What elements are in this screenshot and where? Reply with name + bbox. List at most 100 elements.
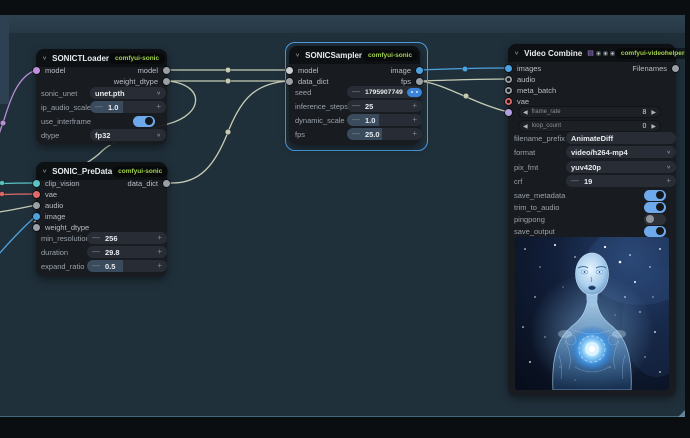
widget-filename-prefix[interactable]: filename_prefix AnimateDiff — [514, 132, 676, 144]
node-header[interactable]: ∨ SONICSampler comfyui-sonic — [289, 46, 420, 64]
collapse-icon[interactable]: ∨ — [42, 55, 47, 61]
decrement-icon[interactable]: — — [571, 176, 579, 186]
increment-icon[interactable]: + — [156, 102, 161, 112]
input-weight-dtype[interactable]: weight_dtype — [33, 222, 89, 232]
output-image[interactable]: image — [391, 65, 423, 75]
increment-icon[interactable]: + — [157, 233, 162, 243]
input-audio[interactable]: audio — [33, 200, 63, 210]
socket-dot[interactable] — [416, 66, 423, 74]
widget-trim-to-audio[interactable]: trim_to_audio — [514, 201, 670, 213]
widget-min-resolution[interactable]: min_resolution — 256 + — [41, 232, 167, 244]
widget-pingpong[interactable]: pingpong — [514, 213, 670, 225]
widget-fps[interactable]: fps — 25.0 + — [295, 128, 422, 140]
input-meta-batch[interactable]: meta_batch — [505, 85, 556, 95]
decrement-icon[interactable]: — — [92, 233, 100, 243]
triangle-right-icon[interactable]: ▶ — [651, 109, 656, 116]
socket-dot[interactable] — [163, 77, 170, 85]
output-model[interactable]: model — [138, 65, 170, 75]
decrement-icon[interactable]: — — [92, 261, 100, 271]
toggle-switch[interactable] — [644, 213, 666, 225]
socket-dot[interactable] — [33, 223, 40, 231]
increment-icon[interactable]: + — [666, 176, 671, 186]
decrement-icon[interactable]: — — [95, 102, 103, 112]
widget-crf[interactable]: crf — 19 + — [514, 175, 676, 187]
socket-dot[interactable] — [33, 212, 40, 220]
widget-seed[interactable]: seed — 1795907749 + — [295, 86, 422, 98]
socket-dot[interactable] — [33, 66, 40, 74]
decrement-icon[interactable]: — — [352, 129, 360, 139]
socket-dot[interactable] — [286, 77, 293, 85]
collapse-icon[interactable]: ∨ — [42, 168, 47, 174]
widget-use-interframe[interactable]: use_interframe — [41, 115, 161, 127]
output-fps[interactable]: fps — [401, 76, 423, 86]
socket-dot[interactable] — [33, 179, 40, 187]
toggle-switch[interactable] — [133, 115, 155, 127]
chevron-down-icon[interactable]: ∨ — [156, 90, 161, 96]
socket-dot[interactable] — [286, 66, 293, 74]
collapse-icon[interactable]: ∨ — [514, 50, 519, 56]
layers-icon[interactable]: ▤ — [587, 50, 594, 57]
node-header[interactable]: ∨ Video Combine ▤ comfyui-videohelpersui… — [508, 44, 685, 62]
socket-dot[interactable] — [505, 108, 512, 116]
socket-dot[interactable] — [416, 77, 423, 85]
widget-frame-rate[interactable]: ◀ frame_rate 8 ▶ — [518, 106, 661, 118]
widget-pix-fmt[interactable]: pix_fmt yuv420p ∨ — [514, 161, 676, 173]
decrement-icon[interactable]: — — [352, 101, 360, 111]
widget-dtype[interactable]: dtype fp32 ∨ — [41, 129, 166, 141]
input-model[interactable]: model — [33, 65, 65, 75]
toggle-switch[interactable] — [644, 189, 666, 201]
widget-dynamic-scale[interactable]: dynamic_scale — 1.0 + — [295, 114, 422, 126]
randomize-seed-icon[interactable] — [406, 87, 422, 97]
socket-dot[interactable] — [163, 66, 170, 74]
decrement-icon[interactable]: — — [352, 115, 360, 125]
resize-corner-handle[interactable] — [678, 410, 685, 417]
socket-dot[interactable] — [505, 64, 512, 72]
socket-dot[interactable] — [33, 190, 40, 198]
node-sonictloader[interactable]: ∨ SONICTLoader comfyui-sonic model model… — [33, 49, 170, 145]
input-vae[interactable]: vae — [505, 96, 529, 106]
increment-icon[interactable]: + — [412, 115, 417, 125]
input-image[interactable]: image — [33, 211, 65, 221]
increment-icon[interactable]: + — [157, 247, 162, 257]
socket-dot[interactable] — [505, 75, 512, 83]
output-data-dict[interactable]: data_dict — [128, 178, 170, 188]
input-frame-rate-socket[interactable] — [505, 107, 517, 117]
status-dot-icon[interactable] — [595, 50, 601, 56]
input-images[interactable]: images — [505, 63, 541, 73]
triangle-right-icon[interactable]: ▶ — [651, 123, 656, 130]
output-filenames[interactable]: Filenames — [632, 63, 679, 73]
input-model[interactable]: model — [286, 65, 318, 75]
socket-dot[interactable] — [505, 86, 512, 94]
node-sonic-predata[interactable]: ∨ SONIC_PreData comfyui-sonic clip_visio… — [33, 162, 170, 277]
widget-save-metadata[interactable]: save_metadata — [514, 189, 670, 201]
input-vae[interactable]: vae — [33, 189, 57, 199]
widget-inference-steps[interactable]: inference_steps — 25 + — [295, 100, 422, 112]
widget-ip-audio-scale[interactable]: ip_audio_scale — 1.0 + — [41, 101, 166, 113]
decrement-icon[interactable]: — — [92, 247, 100, 257]
widget-format[interactable]: format video/h264-mp4 ∨ — [514, 146, 676, 158]
triangle-left-icon[interactable]: ◀ — [523, 109, 528, 116]
chevron-down-icon[interactable]: ∨ — [156, 132, 161, 138]
widget-duration[interactable]: duration — 29.8 + — [41, 246, 167, 258]
node-video-combine[interactable]: ∨ Video Combine ▤ comfyui-videohelpersui… — [505, 44, 685, 396]
output-weight-dtype[interactable]: weight_dtype — [114, 76, 170, 86]
chevron-down-icon[interactable]: ∨ — [666, 149, 671, 155]
input-data-dict[interactable]: data_dict — [286, 76, 328, 86]
chevron-down-icon[interactable]: ∨ — [666, 164, 671, 170]
input-clip-vision[interactable]: clip_vision — [33, 178, 80, 188]
widget-sonic-unet[interactable]: sonic_unet unet.pth ∨ — [41, 87, 166, 99]
socket-dot[interactable] — [163, 179, 170, 187]
increment-icon[interactable]: + — [412, 101, 417, 111]
node-graph-canvas[interactable]: ∨ SONICTLoader comfyui-sonic model model… — [0, 15, 685, 417]
increment-icon[interactable]: + — [157, 261, 162, 271]
increment-icon[interactable]: + — [412, 129, 417, 139]
socket-dot[interactable] — [672, 64, 679, 72]
triangle-left-icon[interactable]: ◀ — [523, 123, 528, 130]
collapse-icon[interactable]: ∨ — [295, 52, 300, 58]
socket-dot[interactable] — [505, 97, 512, 105]
toggle-switch[interactable] — [644, 201, 666, 213]
widget-expand-ratio[interactable]: expand_ratio — 0.5 + — [41, 260, 167, 272]
toggle-switch[interactable] — [644, 225, 666, 237]
decrement-icon[interactable]: — — [352, 87, 360, 97]
input-audio[interactable]: audio — [505, 74, 535, 84]
